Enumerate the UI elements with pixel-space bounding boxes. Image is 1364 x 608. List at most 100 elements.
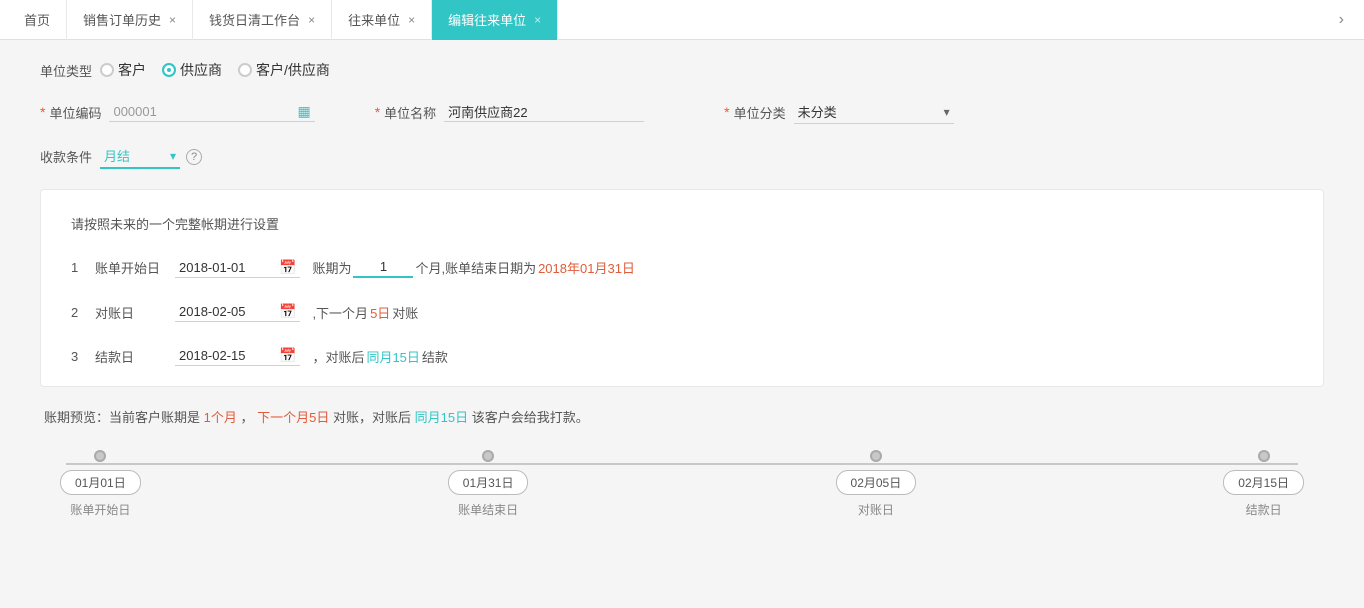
timeline-badge-2: 01月31日	[448, 470, 529, 495]
period-card: 请按照未来的一个完整帐期进行设置 1 账单开始日 📅 账期为 个月,账单结束日期…	[40, 189, 1324, 387]
timeline-badge-3: 02月05日	[836, 470, 917, 495]
radio-supplier-label: 供应商	[180, 60, 222, 80]
period-date-3-wrap: 📅	[175, 346, 300, 366]
period-row-3: 3 结款日 📅 ，对账后 同月15日 结款	[71, 346, 1293, 366]
period-month-input[interactable]	[353, 257, 413, 278]
radio-both[interactable]: 客户/供应商	[238, 60, 330, 80]
payment-terms-row: 收款条件 月结 ▾ ?	[40, 144, 1324, 169]
payment-terms-field: 收款条件 月结 ▾ ?	[40, 144, 202, 169]
period-date-1-input[interactable]	[175, 258, 275, 277]
timeline-section: 01月01日 账单开始日 01月31日 账单结束日 02月05日 对账日 02月…	[40, 450, 1324, 558]
preview-label: 账期预览：当前客户账期是	[44, 410, 200, 425]
unit-code-label: 单位编码	[49, 103, 101, 122]
radio-customer[interactable]: 客户	[100, 60, 146, 80]
unit-code-icon[interactable]: ▦	[293, 103, 314, 120]
period-desc-2-suffix: 对账	[392, 303, 418, 322]
unit-category-field: * 单位分类 未分类 ▾	[724, 100, 953, 124]
preview-highlight1: 1个月	[204, 410, 237, 425]
period-highlight-day-2: 5日	[370, 303, 390, 322]
tab-edit-partner-label: 编辑往来单位	[448, 10, 526, 29]
radio-customer-circle	[100, 63, 114, 77]
period-label-1: 账单开始日	[95, 258, 175, 277]
tab-cash-work-close[interactable]: ×	[308, 13, 315, 27]
period-date-2-cal[interactable]: 📅	[275, 303, 300, 320]
timeline-label-2: 账单结束日	[458, 501, 518, 518]
period-row-2: 2 对账日 📅 ,下一个月 5日 对账	[71, 302, 1293, 322]
tab-home-label: 首页	[24, 10, 50, 29]
timeline-dot-1	[94, 450, 106, 462]
payment-terms-arrow: ▾	[166, 149, 180, 163]
period-row-1: 1 账单开始日 📅 账期为 个月,账单结束日期为 2018年01月31日	[71, 257, 1293, 278]
radio-customer-label: 客户	[118, 60, 146, 80]
period-desc-2-prefix: ,下一个月	[312, 303, 368, 322]
radio-both-label: 客户/供应商	[256, 60, 330, 80]
unit-category-arrow: ▾	[940, 105, 954, 119]
period-card-title: 请按照未来的一个完整帐期进行设置	[71, 214, 1293, 233]
unit-category-label: 单位分类	[734, 103, 786, 122]
timeline-label-3: 对账日	[858, 501, 894, 518]
tab-edit-partner[interactable]: 编辑往来单位 ×	[432, 0, 558, 40]
help-icon[interactable]: ?	[186, 149, 202, 165]
payment-terms-label: 收款条件	[40, 147, 92, 166]
preview-mid1: ，	[241, 410, 254, 425]
unit-code-input[interactable]	[109, 102, 293, 121]
timeline-dot-3	[870, 450, 882, 462]
tab-partner-unit-label: 往来单位	[348, 10, 400, 29]
tabs-bar: 首页 销售订单历史 × 钱货日清工作台 × 往来单位 × 编辑往来单位 × ›	[0, 0, 1364, 40]
period-date-2-input[interactable]	[175, 302, 275, 321]
tab-home[interactable]: 首页	[8, 0, 67, 40]
period-date-1-wrap: 📅	[175, 258, 300, 278]
tab-sales-history-label: 销售订单历史	[83, 10, 161, 29]
unit-info-row: * 单位编码 ▦ * 单位名称 * 单位分类 未分类 ▾	[40, 100, 1324, 124]
timeline-node-1: 01月01日 账单开始日	[60, 450, 141, 518]
unit-name-input[interactable]	[444, 102, 644, 122]
unit-name-label: 单位名称	[384, 103, 436, 122]
unit-type-row: 单位类型 客户 供应商 客户/供应商	[40, 60, 1324, 80]
radio-supplier-circle	[162, 63, 176, 77]
unit-code-input-wrap: ▦	[109, 102, 314, 122]
tab-sales-history[interactable]: 销售订单历史 ×	[67, 0, 193, 40]
period-desc-1-prefix: 账期为	[312, 258, 351, 277]
tab-partner-unit[interactable]: 往来单位 ×	[332, 0, 432, 40]
timeline-node-2: 01月31日 账单结束日	[448, 450, 529, 518]
tab-cash-work[interactable]: 钱货日清工作台 ×	[193, 0, 332, 40]
tab-sales-history-close[interactable]: ×	[169, 13, 176, 27]
timeline-label-1: 账单开始日	[70, 501, 130, 518]
timeline-badge-4: 02月15日	[1223, 470, 1304, 495]
unit-category-star: *	[724, 104, 729, 120]
payment-terms-select[interactable]: 月结 ▾	[100, 144, 180, 169]
timeline-dot-2	[482, 450, 494, 462]
period-num-2: 2	[71, 305, 95, 320]
period-desc-1-suffix: 个月,账单结束日期为	[415, 258, 536, 277]
unit-type-label: 单位类型	[40, 61, 92, 80]
period-desc-1: 账期为 个月,账单结束日期为 2018年01月31日	[312, 257, 634, 278]
tab-edit-partner-close[interactable]: ×	[534, 13, 541, 27]
period-highlight-day-3: 同月15日	[366, 347, 419, 366]
period-num-3: 3	[71, 349, 95, 364]
period-date-1-cal[interactable]: 📅	[275, 259, 300, 276]
unit-code-star: *	[40, 104, 45, 120]
timeline-label-4: 结款日	[1246, 501, 1282, 518]
preview-highlight2: 下一个月5日	[257, 410, 329, 425]
preview-mid2: 对账，对账后	[333, 410, 411, 425]
period-date-3-input[interactable]	[175, 346, 275, 365]
period-desc-3: ，对账后 同月15日 结款	[312, 347, 448, 366]
unit-type-radio-group: 客户 供应商 客户/供应商	[100, 60, 330, 80]
tab-cash-work-label: 钱货日清工作台	[209, 10, 300, 29]
unit-category-select[interactable]: 未分类 ▾	[794, 100, 954, 124]
timeline-line	[66, 463, 1298, 465]
tab-partner-unit-close[interactable]: ×	[408, 13, 415, 27]
period-label-3: 结款日	[95, 347, 175, 366]
preview-section: 账期预览：当前客户账期是 1个月 ， 下一个月5日 对账，对账后 同月15日 该…	[40, 407, 1324, 426]
period-num-1: 1	[71, 260, 95, 275]
tab-more-button[interactable]: ›	[1327, 11, 1356, 29]
period-label-2: 对账日	[95, 303, 175, 322]
unit-name-field: * 单位名称	[375, 102, 644, 122]
radio-supplier[interactable]: 供应商	[162, 60, 222, 80]
period-desc-3-prefix: ，对账后	[312, 347, 364, 366]
period-date-3-cal[interactable]: 📅	[275, 347, 300, 364]
period-date-2-wrap: 📅	[175, 302, 300, 322]
timeline-node-3: 02月05日 对账日	[836, 450, 917, 518]
timeline-badge-1: 01月01日	[60, 470, 141, 495]
unit-type-field: 单位类型 客户 供应商 客户/供应商	[40, 60, 330, 80]
